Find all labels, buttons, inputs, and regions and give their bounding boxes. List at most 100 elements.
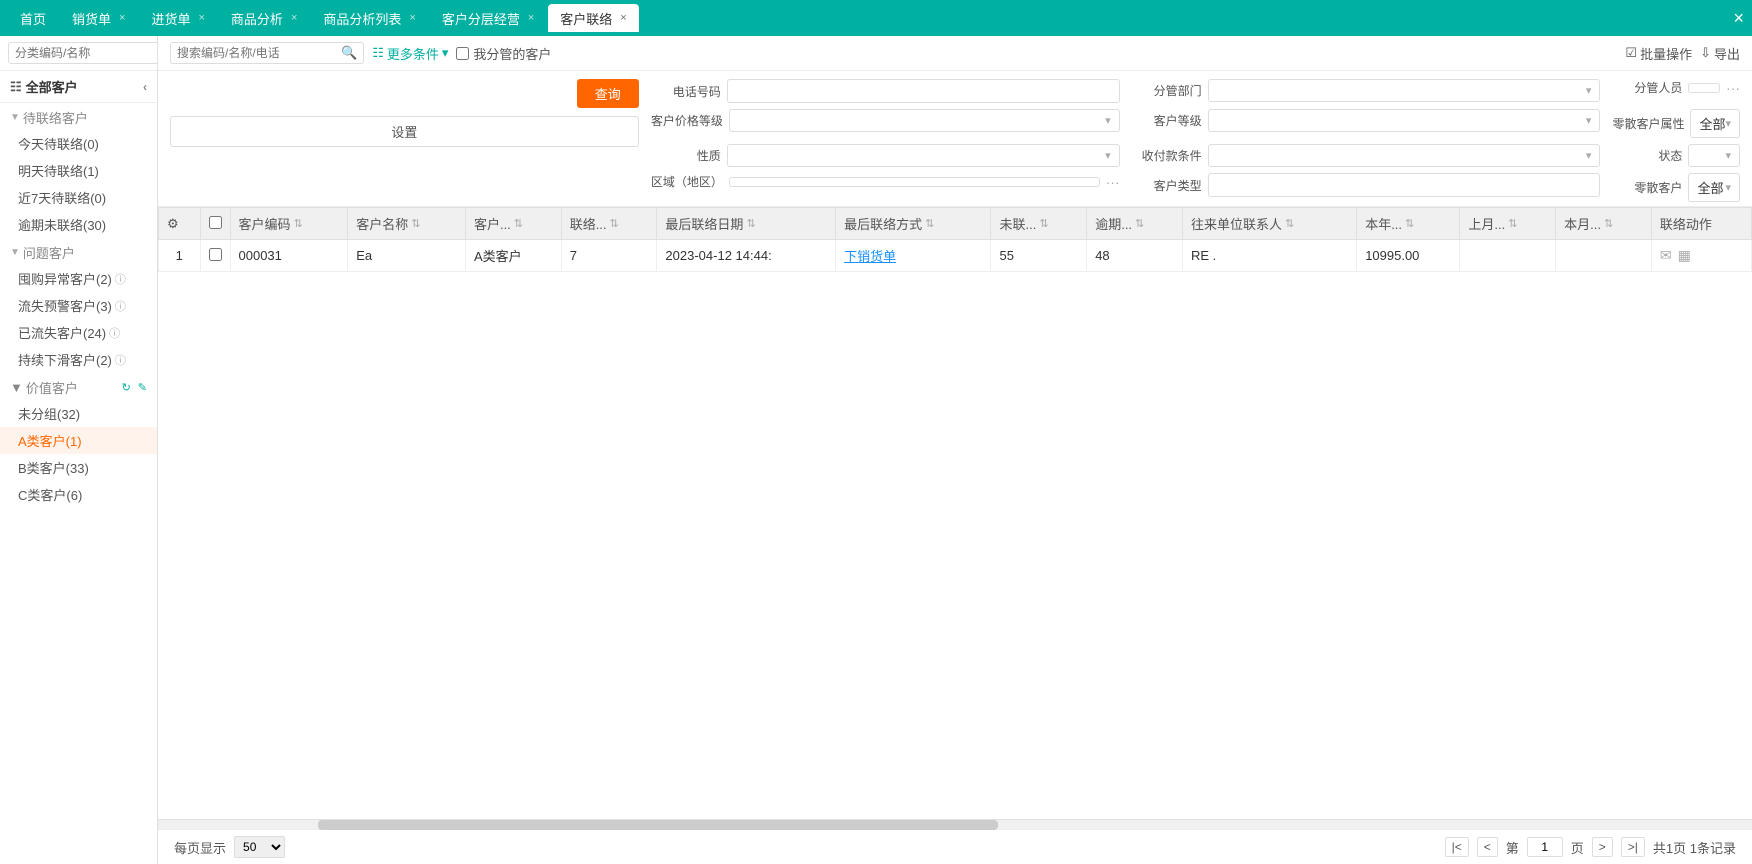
manager-select[interactable] [1688, 83, 1720, 93]
export-btn[interactable]: ⇩ 导出 [1700, 44, 1740, 63]
sidebar-item-declining[interactable]: 持续下滑客户(2) ⓘ [0, 346, 157, 373]
dept-select[interactable]: ▾ [1208, 79, 1601, 102]
col-contact-count-sort[interactable]: ⇅ [610, 217, 619, 230]
customer-contact-tab-close[interactable]: × [620, 12, 626, 24]
sidebar-item-today[interactable]: 今天待联络(0) [0, 130, 157, 157]
payment-select[interactable]: ▾ [1208, 144, 1601, 167]
last-page-btn[interactable]: >| [1621, 837, 1645, 857]
row-this-year: 10995.00 [1365, 248, 1419, 263]
first-page-btn[interactable]: |< [1445, 837, 1469, 857]
sidebar-item-a-class[interactable]: A类客户(1) [0, 427, 157, 454]
settings-btn[interactable]: 设置 [170, 116, 639, 147]
table-footer: 每页显示 50 100 200 |< < 第 页 > >| 共1页 1条记录 [158, 829, 1752, 864]
filter-more-btn[interactable]: ☷ 更多条件 ▾ [372, 44, 448, 63]
retail-attr-select[interactable]: 全部 ▾ [1690, 109, 1740, 138]
col-no-contact-sort[interactable]: ⇅ [1039, 217, 1048, 230]
value-group-label: 价值客户 [26, 378, 78, 397]
price-level-chevron: ▾ [1105, 114, 1111, 127]
status-select[interactable]: ▾ [1688, 144, 1740, 167]
nav-tab-customer-mgmt[interactable]: 客户分层经营 × [430, 4, 546, 32]
next-page-btn[interactable]: > [1592, 837, 1613, 857]
col-this-year-sort[interactable]: ⇅ [1405, 217, 1414, 230]
nav-tab-home[interactable]: 首页 [8, 4, 58, 32]
per-page-select[interactable]: 50 100 200 [234, 836, 285, 858]
horizontal-scrollbar[interactable] [158, 819, 1752, 829]
purchase-tab-close[interactable]: × [198, 12, 204, 24]
row-last-month-cell [1460, 240, 1556, 272]
phone-input[interactable] [727, 79, 1120, 103]
sidebar-group-pending[interactable]: ▼ 待联络客户 [0, 103, 157, 130]
col-header-this-month: 本月... ⇅ [1556, 208, 1652, 240]
col-last-method-sort[interactable]: ⇅ [925, 217, 934, 230]
sales-tab-close[interactable]: × [119, 12, 125, 24]
prev-page-btn[interactable]: < [1477, 837, 1498, 857]
row-last-method[interactable]: 下销货单 [844, 249, 896, 264]
col-code-label: 客户编码 [239, 214, 291, 233]
row-num: 1 [159, 240, 201, 272]
col-code-sort[interactable]: ⇅ [294, 217, 303, 230]
row-last-method-cell: 下销货单 [836, 240, 991, 272]
qr-icon[interactable]: ▦ [1678, 247, 1691, 264]
manager-dots[interactable]: ··· [1726, 80, 1740, 96]
col-overdue-sort[interactable]: ⇅ [1135, 217, 1144, 230]
nav-tab-analysis-list[interactable]: 商品分析列表 × [311, 4, 427, 32]
row-checkbox[interactable] [209, 248, 222, 261]
batch-op-btn[interactable]: ☑ 批量操作 [1625, 44, 1692, 63]
value-edit-icon[interactable]: ✎ [138, 381, 147, 394]
filter-search-icon[interactable]: 🔍 [341, 45, 357, 61]
select-all-checkbox[interactable] [209, 216, 222, 229]
scrollbar-thumb[interactable] [318, 820, 998, 830]
at-risk-label: 流失预警客户(3) [18, 296, 112, 315]
my-customers-label: 我分管的客户 [473, 44, 551, 63]
sidebar-item-c-class[interactable]: C类客户(6) [0, 481, 157, 508]
col-name-sort[interactable]: ⇅ [411, 217, 420, 230]
price-level-select[interactable]: ▾ [729, 109, 1120, 132]
query-btn[interactable]: 查询 [577, 79, 639, 108]
sidebar-item-at-risk[interactable]: 流失预警客户(3) ⓘ [0, 292, 157, 319]
retail-select[interactable]: 全部 ▾ [1688, 173, 1740, 202]
sidebar-item-tomorrow[interactable]: 明天待联络(1) [0, 157, 157, 184]
query-actions: 查询 设置 [170, 79, 639, 147]
row-type: A类客户 [474, 249, 522, 264]
sidebar-collapse-icon[interactable]: ‹ [143, 80, 147, 94]
col-last-date-sort[interactable]: ⇅ [746, 217, 755, 230]
region-select[interactable] [729, 177, 1100, 187]
window-close-btn[interactable]: × [1733, 8, 1744, 29]
sidebar-item-ungroup[interactable]: 未分组(32) [0, 400, 157, 427]
7days-label: 近7天待联络(0) [18, 188, 106, 207]
sidebar-item-7days[interactable]: 近7天待联络(0) [0, 184, 157, 211]
sidebar-group-problem[interactable]: ▼ 问题客户 [0, 238, 157, 265]
sidebar-all-customers[interactable]: ☷ 全部客户 ‹ [0, 71, 157, 103]
my-customers-wrap[interactable]: 我分管的客户 [456, 44, 551, 63]
analysis-tab-close[interactable]: × [291, 12, 297, 24]
col-type-sort[interactable]: ⇅ [514, 217, 523, 230]
filter-row-customer-level: 客户等级 ▾ [1132, 109, 1601, 132]
customer-level-select[interactable]: ▾ [1208, 109, 1601, 132]
analysis-list-tab-close[interactable]: × [409, 12, 415, 24]
nav-tab-sales[interactable]: 销货单 × [60, 4, 137, 32]
row-code: 000031 [239, 248, 282, 263]
value-refresh-icon[interactable]: ↻ [122, 381, 131, 394]
col-last-month-sort[interactable]: ⇅ [1508, 217, 1517, 230]
col-this-month-sort[interactable]: ⇅ [1604, 217, 1613, 230]
my-customers-checkbox[interactable] [456, 47, 469, 60]
col-contact-person-sort[interactable]: ⇅ [1285, 217, 1294, 230]
sidebar-item-lost[interactable]: 已流失客户(24) ⓘ [0, 319, 157, 346]
customer-type-input[interactable] [1208, 173, 1601, 197]
nav-tab-purchase[interactable]: 进货单 × [139, 4, 216, 32]
sidebar-item-abnormal[interactable]: 囤购异常客户(2) ⓘ [0, 265, 157, 292]
chat-icon[interactable]: ✉ [1660, 247, 1672, 264]
sidebar-search-input[interactable] [8, 42, 158, 64]
filter-search-input[interactable] [177, 46, 337, 60]
sidebar-item-b-class[interactable]: B类客户(33) [0, 454, 157, 481]
page-input[interactable] [1527, 837, 1563, 857]
nature-select[interactable]: ▾ [727, 144, 1120, 167]
nav-tab-analysis[interactable]: 商品分析 × [219, 4, 309, 32]
sidebar-item-overdue[interactable]: 逾期未联络(30) [0, 211, 157, 238]
nav-tab-customer-contact[interactable]: 客户联络 × [548, 4, 638, 32]
top-nav: 首页 销货单 × 进货单 × 商品分析 × 商品分析列表 × 客户分层经营 × … [0, 0, 1752, 36]
settings-gear-icon[interactable]: ⚙ [167, 216, 179, 231]
region-dots[interactable]: ··· [1106, 174, 1120, 190]
customer-mgmt-tab-close[interactable]: × [528, 12, 534, 24]
col-header-settings[interactable]: ⚙ [159, 208, 201, 240]
